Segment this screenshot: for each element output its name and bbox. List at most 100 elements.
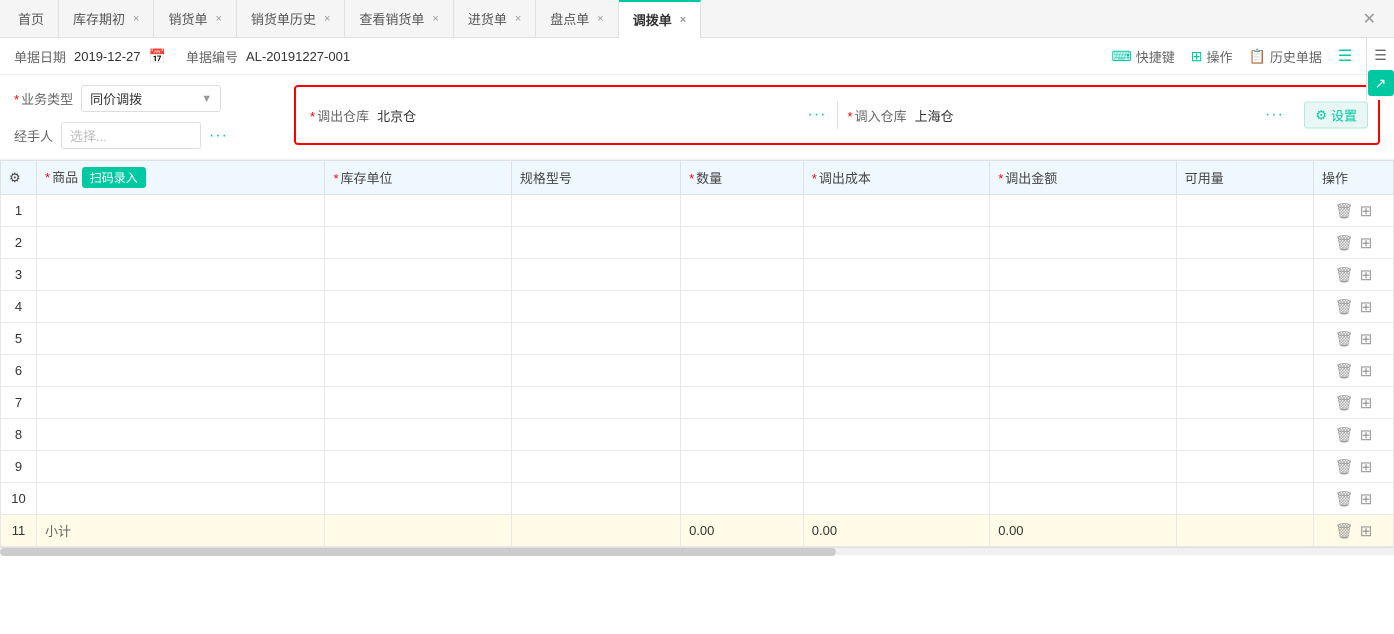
delete-icon[interactable]: 🗑	[1335, 362, 1354, 380]
row-qty[interactable]	[681, 451, 804, 483]
row-cost[interactable]	[803, 195, 989, 227]
copy-icon[interactable]: ⊞	[1360, 522, 1373, 540]
row-unit[interactable]	[325, 323, 511, 355]
close-icon[interactable]: ×	[515, 13, 521, 25]
delete-icon[interactable]: 🗑	[1335, 266, 1354, 284]
row-spec[interactable]	[511, 355, 680, 387]
side-list-icon[interactable]: ☰	[1368, 42, 1394, 68]
row-cost[interactable]	[803, 291, 989, 323]
copy-icon[interactable]: ⊞	[1360, 490, 1373, 508]
row-unit[interactable]	[325, 291, 511, 323]
row-amount[interactable]	[990, 323, 1176, 355]
row-unit[interactable]	[325, 451, 511, 483]
row-amount[interactable]	[990, 195, 1176, 227]
row-goods[interactable]	[37, 259, 325, 291]
copy-icon[interactable]: ⊞	[1360, 298, 1373, 316]
copy-icon[interactable]: ⊞	[1360, 458, 1373, 476]
row-cost[interactable]	[803, 259, 989, 291]
scan-button[interactable]: 扫码录入	[82, 167, 146, 188]
row-spec[interactable]	[511, 227, 680, 259]
row-unit[interactable]	[325, 419, 511, 451]
out-warehouse-more[interactable]: ···	[808, 106, 827, 124]
biz-type-select[interactable]: 同价调拨 ▼	[81, 85, 221, 112]
delete-icon[interactable]: 🗑	[1335, 298, 1354, 316]
layout-icon-1[interactable]: ☰	[1338, 46, 1352, 66]
tab-purchase[interactable]: 进货单 ×	[454, 0, 536, 38]
window-close-button[interactable]: ✕	[1357, 9, 1382, 30]
row-goods[interactable]	[37, 291, 325, 323]
row-amount[interactable]	[990, 483, 1176, 515]
row-qty[interactable]	[681, 195, 804, 227]
row-goods[interactable]	[37, 227, 325, 259]
row-unit[interactable]	[325, 355, 511, 387]
tab-inventory-init[interactable]: 库存期初 ×	[59, 0, 154, 38]
copy-icon[interactable]: ⊞	[1360, 426, 1373, 444]
row-qty[interactable]	[681, 355, 804, 387]
copy-icon[interactable]: ⊞	[1360, 202, 1373, 220]
row-amount[interactable]	[990, 355, 1176, 387]
row-spec[interactable]	[511, 451, 680, 483]
row-spec[interactable]	[511, 195, 680, 227]
row-cost[interactable]	[803, 355, 989, 387]
row-cost[interactable]	[803, 419, 989, 451]
row-spec[interactable]	[511, 323, 680, 355]
copy-icon[interactable]: ⊞	[1360, 394, 1373, 412]
calendar-icon[interactable]: 📅	[149, 48, 166, 65]
row-spec[interactable]	[511, 291, 680, 323]
row-qty[interactable]	[681, 323, 804, 355]
row-goods[interactable]	[37, 195, 325, 227]
th-gear[interactable]: ⚙	[1, 161, 37, 195]
row-qty[interactable]	[681, 387, 804, 419]
row-amount[interactable]	[990, 259, 1176, 291]
delete-icon[interactable]: 🗑	[1335, 234, 1354, 252]
row-qty[interactable]	[681, 227, 804, 259]
delete-icon[interactable]: 🗑	[1335, 394, 1354, 412]
close-icon[interactable]: ×	[133, 13, 139, 25]
in-warehouse-more[interactable]: ···	[1265, 106, 1284, 124]
row-cost[interactable]	[803, 451, 989, 483]
row-unit[interactable]	[325, 259, 511, 291]
row-unit[interactable]	[325, 195, 511, 227]
scroll-track[interactable]	[0, 547, 1394, 555]
ops-button[interactable]: ⊞ 操作	[1191, 47, 1233, 66]
side-expand-icon[interactable]: ↗	[1368, 70, 1394, 96]
delete-icon[interactable]: 🗑	[1335, 330, 1354, 348]
row-cost[interactable]	[803, 387, 989, 419]
row-qty[interactable]	[681, 259, 804, 291]
row-unit[interactable]	[325, 387, 511, 419]
tab-sales-history[interactable]: 销货单历史 ×	[237, 0, 345, 38]
row-goods[interactable]	[37, 451, 325, 483]
tab-home[interactable]: 首页	[4, 0, 59, 38]
close-icon[interactable]: ×	[680, 14, 686, 26]
row-unit[interactable]	[325, 483, 511, 515]
tab-transfer[interactable]: 调拨单 ×	[619, 0, 701, 38]
copy-icon[interactable]: ⊞	[1360, 234, 1373, 252]
row-spec[interactable]	[511, 387, 680, 419]
row-amount[interactable]	[990, 451, 1176, 483]
row-spec[interactable]	[511, 419, 680, 451]
row-qty[interactable]	[681, 291, 804, 323]
row-qty[interactable]	[681, 483, 804, 515]
close-icon[interactable]: ×	[324, 13, 330, 25]
row-goods[interactable]	[37, 355, 325, 387]
tab-stocktake[interactable]: 盘点单 ×	[536, 0, 618, 38]
more-button[interactable]: ···	[209, 127, 228, 145]
row-amount[interactable]	[990, 291, 1176, 323]
row-amount[interactable]	[990, 387, 1176, 419]
delete-icon[interactable]: 🗑	[1335, 522, 1354, 540]
close-icon[interactable]: ×	[215, 13, 221, 25]
copy-icon[interactable]: ⊞	[1360, 330, 1373, 348]
row-amount[interactable]	[990, 227, 1176, 259]
row-goods[interactable]	[37, 323, 325, 355]
row-spec[interactable]	[511, 483, 680, 515]
close-icon[interactable]: ×	[597, 13, 603, 25]
tab-sales-order[interactable]: 销货单 ×	[154, 0, 236, 38]
shortcut-button[interactable]: ⌨ 快捷键	[1111, 47, 1174, 66]
row-goods[interactable]	[37, 419, 325, 451]
delete-icon[interactable]: 🗑	[1335, 490, 1354, 508]
row-spec[interactable]	[511, 259, 680, 291]
row-qty[interactable]	[681, 419, 804, 451]
row-amount[interactable]	[990, 419, 1176, 451]
close-icon[interactable]: ×	[432, 13, 438, 25]
row-goods[interactable]	[37, 387, 325, 419]
